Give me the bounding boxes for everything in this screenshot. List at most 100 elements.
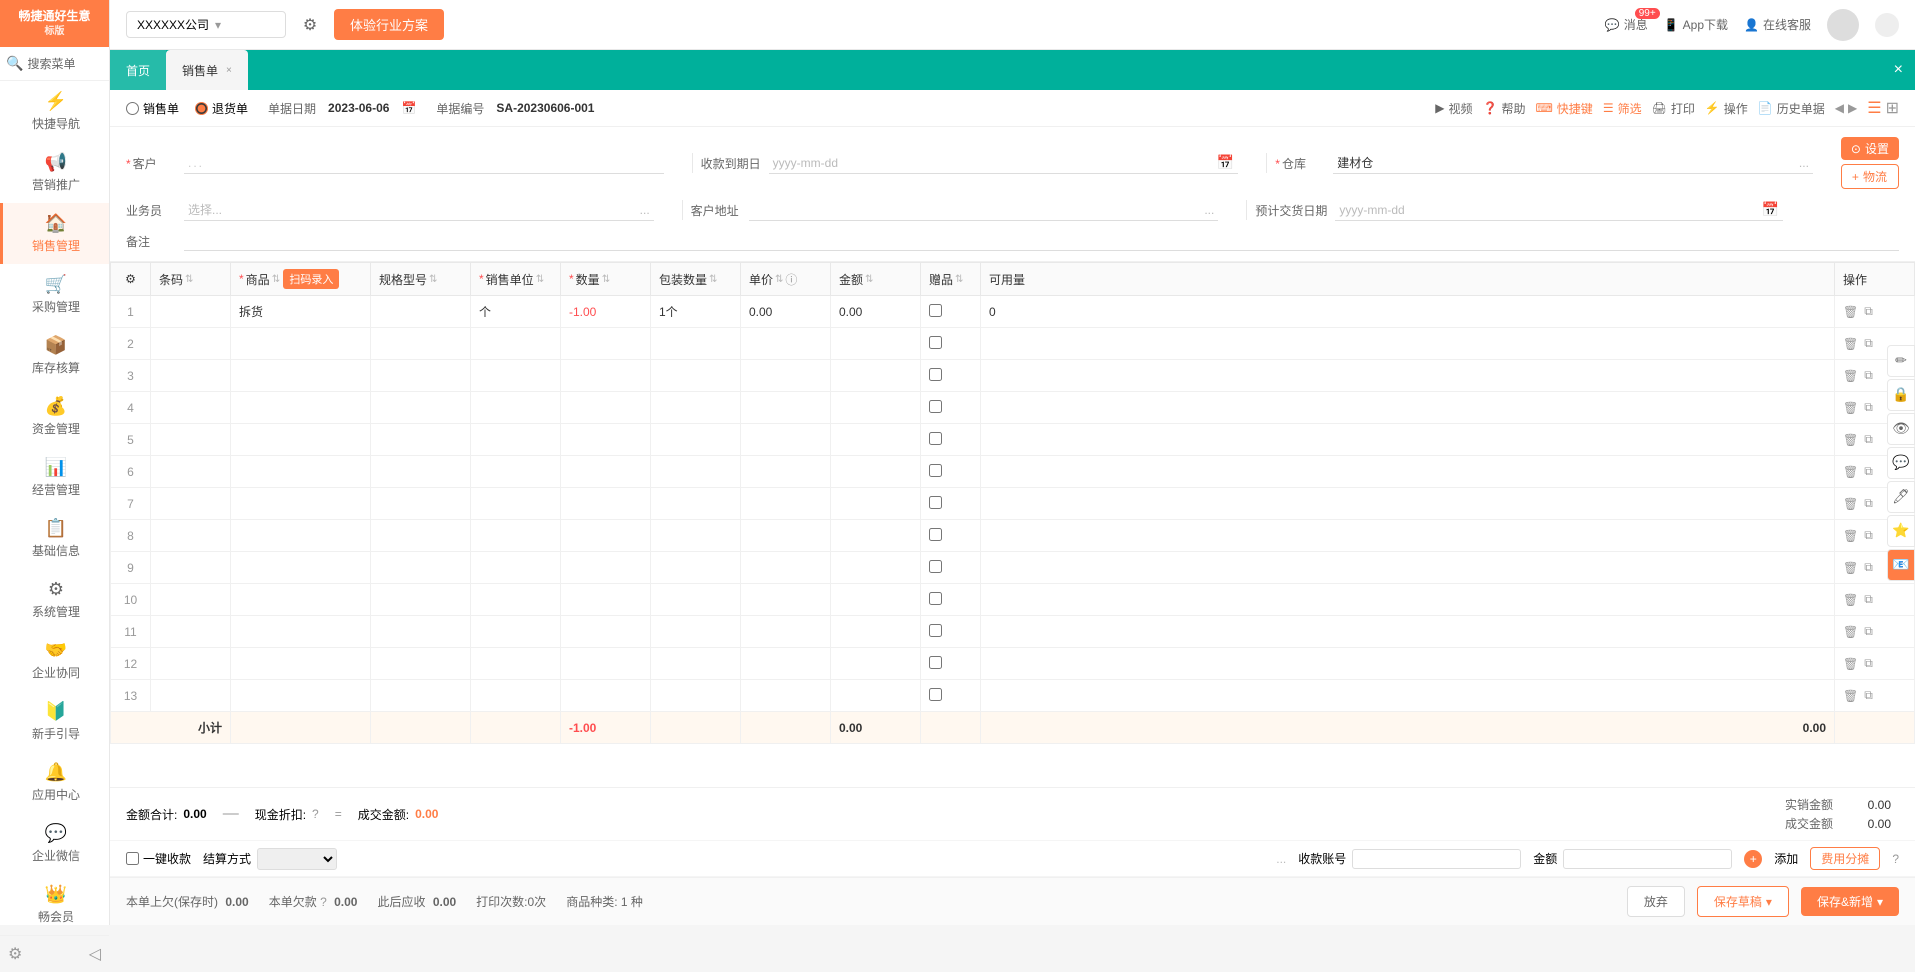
cell-price[interactable]: 0.00 (741, 296, 831, 328)
expected-calendar-icon[interactable]: 📅 (1762, 201, 1779, 218)
copy-icon[interactable]: ⧉ (1864, 560, 1873, 575)
radio-sales[interactable]: 销售单 (126, 100, 179, 117)
delete-icon[interactable]: 🗑 (1843, 369, 1858, 383)
customer-addr-input[interactable]: ... (749, 199, 1219, 221)
operate-btn[interactable]: ⚡ 操作 (1705, 100, 1748, 117)
user-avatar[interactable] (1827, 9, 1859, 41)
notes-input[interactable] (184, 231, 1899, 251)
sidebar-item-quick-nav[interactable]: ⚡ 快捷导航 (0, 81, 109, 142)
gift-checkbox[interactable] (929, 304, 942, 317)
delete-icon[interactable]: 🗑 (1843, 561, 1858, 575)
sidebar-collapse-icon[interactable]: ◁ (89, 944, 101, 964)
copy-icon[interactable]: ⧉ (1864, 464, 1873, 479)
fee-split-btn[interactable]: 费用分摊 (1810, 847, 1880, 870)
radio-return[interactable]: 退货单 (195, 100, 248, 117)
gift-checkbox[interactable] (929, 656, 942, 669)
delete-icon[interactable]: 🗑 (1843, 593, 1858, 607)
float-lock-btn[interactable]: 🔒 (1887, 379, 1915, 411)
customer-input[interactable]: ... (184, 152, 664, 174)
message-item[interactable]: 💬 消息 99+ (1605, 16, 1648, 33)
delete-icon[interactable]: 🗑 (1843, 689, 1858, 703)
float-star-btn[interactable]: ⭐ (1887, 515, 1915, 547)
sidebar-item-base-info[interactable]: 📋 基础信息 (0, 508, 109, 569)
online-service-item[interactable]: 👤 在线客服 (1744, 16, 1811, 33)
delete-icon[interactable]: 🗑 (1843, 657, 1858, 671)
settings-btn[interactable]: ⊙ 设置 (1841, 137, 1899, 160)
discount-help-icon[interactable]: ? (312, 807, 319, 821)
sidebar-item-operations[interactable]: 📊 经营管理 (0, 447, 109, 508)
cell-gift[interactable] (921, 296, 981, 328)
list-view-btn[interactable]: ☰ (1867, 98, 1881, 118)
logistics-btn[interactable]: + 物流 (1841, 164, 1899, 189)
fee-help-icon[interactable]: ? (1892, 852, 1899, 866)
gift-checkbox[interactable] (929, 464, 942, 477)
delete-icon[interactable]: 🗑 (1843, 497, 1858, 511)
gift-checkbox[interactable] (929, 592, 942, 605)
gift-checkbox[interactable] (929, 368, 942, 381)
tab-home[interactable]: 首页 (110, 50, 166, 90)
copy-icon[interactable]: ⧉ (1864, 336, 1873, 351)
company-selector[interactable]: XXXXXX公司 ▾ (126, 11, 286, 38)
copy-icon[interactable]: ⧉ (1864, 624, 1873, 639)
add-payment-btn[interactable]: + (1744, 850, 1762, 868)
tabbar-close-icon[interactable]: × (1894, 61, 1903, 79)
gift-checkbox[interactable] (929, 688, 942, 701)
sidebar-item-app-center[interactable]: 🔔 应用中心 (0, 752, 109, 813)
filter-btn[interactable]: ☰ 筛选 (1603, 100, 1642, 117)
sidebar-item-marketing[interactable]: 📢 营销推广 (0, 142, 109, 203)
date-value[interactable]: 2023-06-06 (328, 101, 389, 115)
print-btn[interactable]: 🖨 打印 (1652, 100, 1695, 117)
calendar-icon[interactable]: 📅 (401, 101, 416, 115)
shortcut-btn[interactable]: ⌨ 快捷键 (1535, 100, 1592, 117)
cell-barcode[interactable] (151, 296, 231, 328)
gift-checkbox[interactable] (929, 336, 942, 349)
copy-icon[interactable]: ⧉ (1864, 592, 1873, 607)
tab-sales[interactable]: 销售单 × (166, 50, 248, 90)
expected-date-input[interactable]: yyyy-mm-dd 📅 (1335, 199, 1783, 221)
sidebar-item-finance[interactable]: 💰 资金管理 (0, 386, 109, 447)
copy-icon[interactable]: ⧉ (1864, 304, 1873, 319)
sidebar-item-sales[interactable]: 🏠 销售管理 (0, 203, 109, 264)
copy-icon[interactable]: ⧉ (1864, 528, 1873, 543)
account-input[interactable] (1352, 849, 1521, 869)
receipt-date-input[interactable]: yyyy-mm-dd 📅 (769, 152, 1239, 174)
copy-icon[interactable]: ⧉ (1864, 432, 1873, 447)
next-arrow[interactable]: ▶ (1848, 101, 1857, 115)
video-btn[interactable]: ▶ 视频 (1435, 100, 1472, 117)
prev-arrow[interactable]: ◀ (1835, 101, 1844, 115)
cell-amount[interactable]: 0.00 (831, 296, 921, 328)
copy-icon[interactable]: ⧉ (1864, 368, 1873, 383)
salesperson-input[interactable]: 选择... ... (184, 199, 654, 221)
delete-icon[interactable]: 🗑 (1843, 529, 1858, 543)
arrears-help[interactable]: ? (320, 895, 327, 909)
delete-icon[interactable]: 🗑 (1843, 305, 1858, 319)
gift-checkbox[interactable] (929, 528, 942, 541)
float-mail-btn[interactable]: 📧 (1887, 549, 1915, 581)
tab-close-icon[interactable]: × (226, 65, 232, 76)
sidebar-settings-icon[interactable]: ⚙ (8, 944, 22, 964)
trial-button[interactable]: 体验行业方案 (334, 9, 444, 40)
cell-pack-qty[interactable]: 1个 (651, 296, 741, 328)
sidebar-item-member[interactable]: 👑 畅会员 (0, 874, 109, 935)
delete-icon[interactable]: 🗑 (1843, 401, 1858, 415)
number-value[interactable]: SA-20230606-001 (496, 101, 594, 115)
sidebar-item-system[interactable]: ⚙ 系统管理 (0, 569, 109, 630)
warehouse-input[interactable]: 建材仓 ... (1333, 152, 1813, 174)
gear-icon[interactable]: ⚙ (125, 272, 136, 286)
save-draft-button[interactable]: 保存草稿 ▾ (1697, 886, 1789, 917)
cell-spec[interactable] (371, 296, 471, 328)
gift-checkbox[interactable] (929, 432, 942, 445)
receipt-calendar-icon[interactable]: 📅 (1217, 154, 1234, 171)
radio-return-input[interactable] (195, 102, 208, 115)
delete-icon[interactable]: 🗑 (1843, 337, 1858, 351)
sidebar-search[interactable]: 🔍 搜索菜单 (0, 47, 109, 81)
app-download-item[interactable]: 📱 App下载 (1664, 16, 1728, 33)
delete-icon[interactable]: 🗑 (1843, 465, 1858, 479)
sidebar-item-purchase[interactable]: 🛒 采购管理 (0, 264, 109, 325)
user-avatar2[interactable] (1875, 13, 1899, 37)
calc-method-select[interactable] (257, 848, 337, 870)
copy-icon[interactable]: ⧉ (1864, 400, 1873, 415)
abandon-button[interactable]: 放弃 (1627, 886, 1685, 917)
amount-input[interactable] (1563, 849, 1732, 869)
sidebar-item-enterprise[interactable]: 🤝 企业协同 (0, 630, 109, 691)
